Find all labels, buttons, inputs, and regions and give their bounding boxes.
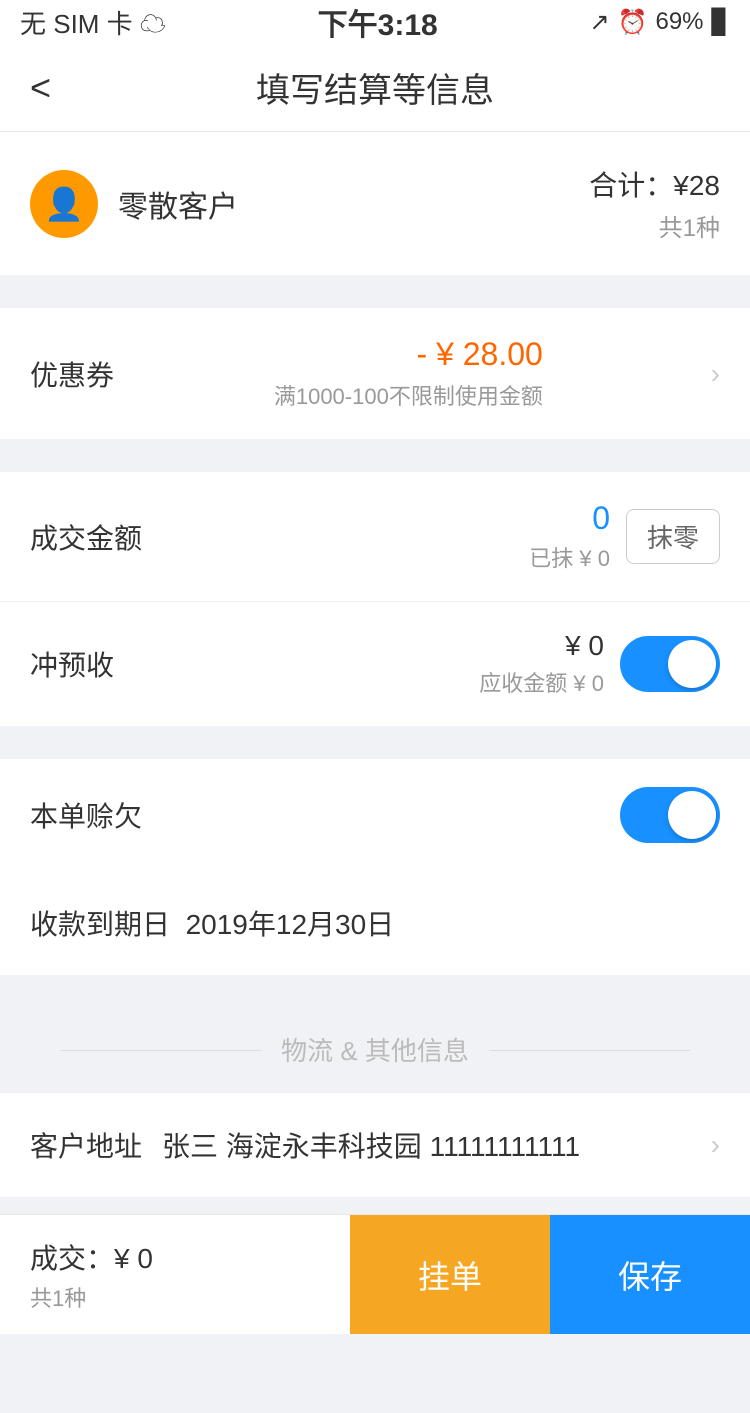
customer-info: 👤 零散客户 <box>30 170 238 238</box>
address-chevron-icon: › <box>711 1129 720 1161</box>
battery-indicator: 69% <box>655 8 703 36</box>
bottom-info: 成交：¥ 0 共1种 <box>0 1215 350 1334</box>
page-title: 填写结算等信息 <box>256 63 494 112</box>
prepay-toggle[interactable] <box>620 636 720 692</box>
status-right: ↗ ⏰ 69% ▊ <box>589 8 730 37</box>
status-left: 无 SIM 卡 ☁ <box>20 4 166 41</box>
coupon-amount: - ¥ 28.00 <box>274 336 543 373</box>
credit-toggle[interactable] <box>620 787 720 843</box>
save-button[interactable]: 保存 <box>550 1215 750 1334</box>
deal-right: 0 已抹 ¥ 0 抹零 <box>529 500 720 573</box>
credit-row: 本单赊欠 <box>0 758 750 871</box>
bottom-bar: 成交：¥ 0 共1种 挂单 保存 <box>0 1214 750 1334</box>
back-button[interactable]: < <box>30 67 51 109</box>
bottom-deal-amount: 成交：¥ 0 <box>30 1237 350 1277</box>
address-section[interactable]: 客户地址 张三 海淀永丰科技园 11111111111 › <box>0 1092 750 1197</box>
status-bar: 无 SIM 卡 ☁ 下午3:18 ↗ ⏰ 69% ▊ <box>0 0 750 44</box>
total-label: 合计：¥28 <box>589 164 720 204</box>
nav-bar: < 填写结算等信息 <box>0 44 750 132</box>
prepay-label: 冲预收 <box>30 644 114 684</box>
hang-button[interactable]: 挂单 <box>350 1215 550 1334</box>
address-value: 张三 海淀永丰科技园 11111111111 <box>162 1125 703 1165</box>
credit-section: 本单赊欠 收款到期日 2019年12月30日 <box>0 758 750 975</box>
coupon-desc: 满1000-100不限制使用金额 <box>274 379 543 411</box>
deal-section: 成交金额 0 已抹 ¥ 0 抹零 冲预收 ¥ 0 应收金额 ¥ 0 <box>0 471 750 726</box>
status-time: 下午3:18 <box>318 0 438 44</box>
divider-4 <box>0 991 750 1007</box>
divider-3 <box>0 742 750 758</box>
customer-name: 零散客户 <box>118 182 238 226</box>
logistics-header-text: 物流 & 其他信息 <box>261 1036 489 1066</box>
credit-toggle-knob <box>668 791 716 839</box>
customer-section: 👤 零散客户 合计：¥28 共1种 <box>0 132 750 275</box>
item-count: 共1种 <box>589 208 720 243</box>
alarm-icon: ⏰ <box>618 8 648 37</box>
avatar-icon: 👤 <box>44 185 84 223</box>
deal-value-area: 0 已抹 ¥ 0 <box>529 500 610 573</box>
address-label: 客户地址 <box>30 1125 142 1165</box>
coupon-value-area: - ¥ 28.00 满1000-100不限制使用金额 <box>274 336 543 411</box>
coupon-row[interactable]: 优惠券 - ¥ 28.00 满1000-100不限制使用金额 › <box>0 307 750 439</box>
avatar: 👤 <box>30 170 98 238</box>
toggle-knob <box>668 640 716 688</box>
prepay-amount: ¥ 0 <box>479 630 604 662</box>
bottom-count: 共1种 <box>30 1281 350 1313</box>
due-date-label: 收款到期日 2019年12月30日 <box>30 909 394 940</box>
prepay-sub: 应收金额 ¥ 0 <box>479 666 604 698</box>
due-date-row: 收款到期日 2019年12月30日 <box>0 871 750 975</box>
customer-totals: 合计：¥28 共1种 <box>589 164 720 243</box>
location-icon: ↗ <box>589 8 609 37</box>
sim-label: 无 SIM 卡 ☁ <box>20 4 166 41</box>
coupon-section[interactable]: 优惠券 - ¥ 28.00 满1000-100不限制使用金额 › <box>0 307 750 439</box>
divider-2 <box>0 455 750 471</box>
address-row[interactable]: 客户地址 张三 海淀永丰科技园 11111111111 › <box>0 1092 750 1197</box>
divider-1 <box>0 291 750 307</box>
round-down-button[interactable]: 抹零 <box>626 509 720 564</box>
logistics-header: 物流 & 其他信息 <box>0 1007 750 1092</box>
deal-label: 成交金额 <box>30 517 142 557</box>
credit-right <box>620 787 720 843</box>
coupon-label: 优惠券 <box>30 354 114 394</box>
deal-row: 成交金额 0 已抹 ¥ 0 抹零 <box>0 471 750 601</box>
chevron-right-icon: › <box>711 358 720 390</box>
battery-icon: ▊ <box>712 8 730 37</box>
prepay-row: 冲预收 ¥ 0 应收金额 ¥ 0 <box>0 601 750 726</box>
deal-sub: 已抹 ¥ 0 <box>529 541 610 573</box>
prepay-value-area: ¥ 0 应收金额 ¥ 0 <box>479 630 604 698</box>
credit-label: 本单赊欠 <box>30 795 142 835</box>
customer-row: 👤 零散客户 合计：¥28 共1种 <box>0 132 750 275</box>
deal-amount: 0 <box>529 500 610 537</box>
prepay-right: ¥ 0 应收金额 ¥ 0 <box>479 630 720 698</box>
